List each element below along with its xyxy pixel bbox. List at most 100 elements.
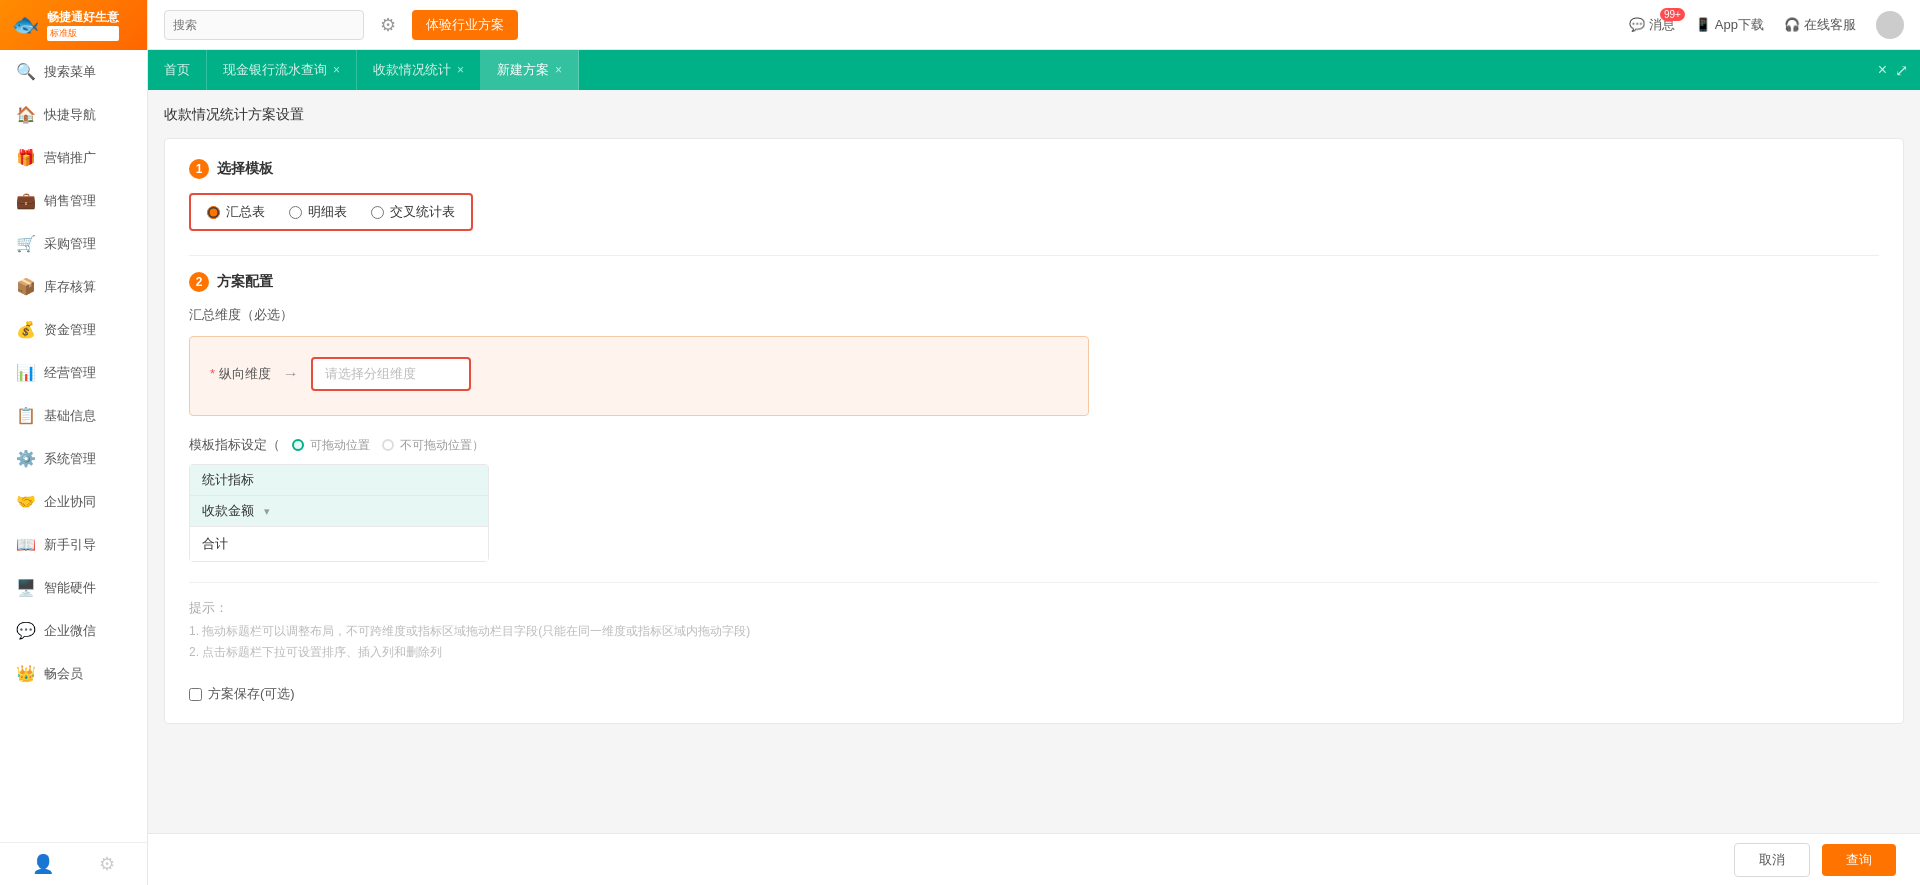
step2-section: 2 方案配置 汇总维度（必选） * 纵向维度 → 请选择分组维度 xyxy=(189,255,1879,661)
online-service-label: 在线客服 xyxy=(1804,16,1856,34)
dimension-select[interactable]: 请选择分组维度 xyxy=(311,357,471,391)
monitor-icon: 🖥️ xyxy=(16,578,36,597)
close-window-icon[interactable]: × xyxy=(1878,61,1887,79)
tab-home[interactable]: 首页 xyxy=(148,50,207,90)
settings-icon[interactable]: ⚙ xyxy=(380,14,396,36)
row-label: 合计 xyxy=(202,536,228,551)
money-icon: 💰 xyxy=(16,320,36,339)
sidebar-item-collab[interactable]: 🤝 企业协同 xyxy=(0,480,147,523)
non-draggable-label: 不可拖动位置） xyxy=(400,437,484,454)
sidebar-item-inventory[interactable]: 📦 库存核算 xyxy=(0,265,147,308)
footer: 取消 查询 xyxy=(148,833,1920,885)
app-download-item[interactable]: 📱 App下载 xyxy=(1695,16,1764,34)
sidebar-item-label: 企业协同 xyxy=(44,493,96,511)
draggable-legend: 可拖动位置 xyxy=(292,437,370,454)
maximize-icon[interactable]: ⤢ xyxy=(1895,61,1908,80)
settings-icon: ⚙ xyxy=(99,853,115,875)
radio-cross-label: 交叉统计表 xyxy=(390,203,455,221)
tab-new-plan[interactable]: 新建方案 × xyxy=(481,50,579,90)
sidebar-item-hardware[interactable]: 🖥️ 智能硬件 xyxy=(0,566,147,609)
radio-cross-input[interactable] xyxy=(371,206,384,219)
step1-header: 1 选择模板 xyxy=(189,159,1879,179)
tab-new-plan-close[interactable]: × xyxy=(555,63,562,77)
radio-detail-label: 明细表 xyxy=(308,203,347,221)
logo-icon: 🐟 xyxy=(12,12,39,38)
indicator-label: 模板指标设定（ xyxy=(189,436,280,454)
sidebar-item-label: 系统管理 xyxy=(44,450,96,468)
draggable-label: 可拖动位置 xyxy=(310,437,370,454)
indicator-section: 模板指标设定（ 可拖动位置 不可拖动位置） 统计指标 xyxy=(189,436,1879,562)
tab-actions: × ⤢ xyxy=(1878,61,1920,80)
cancel-button[interactable]: 取消 xyxy=(1734,843,1810,877)
handshake-icon: 🤝 xyxy=(16,492,36,511)
indicator-table: 统计指标 收款金额 ▾ 合计 xyxy=(189,464,489,562)
sidebar-item-label: 销售管理 xyxy=(44,192,96,210)
sidebar-bottom-right[interactable]: ⚙ xyxy=(99,853,115,875)
dimension-placeholder: 请选择分组维度 xyxy=(325,365,416,383)
radio-detail[interactable]: 明细表 xyxy=(289,203,347,221)
save-checkbox[interactable] xyxy=(189,688,202,701)
radio-summary[interactable]: 汇总表 xyxy=(207,203,265,221)
sidebar-item-member[interactable]: 👑 畅会员 xyxy=(0,652,147,695)
chat-icon: 💬 xyxy=(16,621,36,640)
step1-badge: 1 xyxy=(189,159,209,179)
notification-badge: 99+ xyxy=(1660,8,1685,21)
brand-badge: 标准版 xyxy=(47,26,119,41)
search-input[interactable] xyxy=(164,10,364,40)
chart-icon: 📊 xyxy=(16,363,36,382)
sidebar-item-nav[interactable]: 🏠 快捷导航 xyxy=(0,93,147,136)
industry-btn[interactable]: 体验行业方案 xyxy=(412,10,518,40)
radio-cross[interactable]: 交叉统计表 xyxy=(371,203,455,221)
tabbar: 首页 现金银行流水查询 × 收款情况统计 × 新建方案 × × ⤢ xyxy=(148,50,1920,90)
radio-detail-input[interactable] xyxy=(289,206,302,219)
sidebar-item-label: 新手引导 xyxy=(44,536,96,554)
radio-summary-input[interactable] xyxy=(207,206,220,219)
sidebar-item-label: 企业微信 xyxy=(44,622,96,640)
sidebar-item-label: 基础信息 xyxy=(44,407,96,425)
sidebar-item-purchase[interactable]: 🛒 采购管理 xyxy=(0,222,147,265)
save-label: 方案保存(可选) xyxy=(208,685,295,703)
phone-icon: 📱 xyxy=(1695,17,1711,32)
sidebar-item-search[interactable]: 🔍 搜索菜单 xyxy=(0,50,147,93)
gift-icon: 🎁 xyxy=(16,148,36,167)
step2-badge: 2 xyxy=(189,272,209,292)
table-header-label: 统计指标 xyxy=(202,471,254,489)
message-icon: 💬 xyxy=(1629,17,1645,32)
sidebar-item-marketing[interactable]: 🎁 营销推广 xyxy=(0,136,147,179)
tab-bank-query[interactable]: 现金银行流水查询 × xyxy=(207,50,357,90)
indicator-header: 模板指标设定（ 可拖动位置 不可拖动位置） xyxy=(189,436,1879,454)
sidebar-item-sales[interactable]: 💼 销售管理 xyxy=(0,179,147,222)
sidebar-item-basic-info[interactable]: 📋 基础信息 xyxy=(0,394,147,437)
tab-bank-query-close[interactable]: × xyxy=(333,63,340,77)
tab-collection-stats[interactable]: 收款情况统计 × xyxy=(357,50,481,90)
row-dimension-label: * 纵向维度 xyxy=(210,365,271,383)
user-avatar[interactable] xyxy=(1876,11,1904,39)
dropdown-icon[interactable]: ▾ xyxy=(264,505,270,518)
tab-collection-stats-close[interactable]: × xyxy=(457,63,464,77)
query-button[interactable]: 查询 xyxy=(1822,844,1896,876)
sidebar-bottom-left[interactable]: 👤 xyxy=(32,853,54,875)
book-icon: 📖 xyxy=(16,535,36,554)
sidebar-item-system[interactable]: ⚙️ 系统管理 xyxy=(0,437,147,480)
gear-icon: ⚙️ xyxy=(16,449,36,468)
dimension-area: * 纵向维度 → 请选择分组维度 xyxy=(189,336,1089,416)
sidebar-item-label: 快捷导航 xyxy=(44,106,96,124)
online-service-item[interactable]: 🎧 在线客服 xyxy=(1784,16,1856,34)
template-radio-group: 汇总表 明细表 交叉统计表 xyxy=(189,193,473,231)
sidebar-item-label: 经营管理 xyxy=(44,364,96,382)
tab-collection-stats-label: 收款情况统计 xyxy=(373,61,451,79)
sidebar: 🐟 畅捷通好生意 标准版 🔍 搜索菜单 🏠 快捷导航 🎁 营销推广 💼 销售管理… xyxy=(0,0,148,885)
sidebar-bottom: 👤 ⚙ xyxy=(0,842,147,885)
sidebar-item-operations[interactable]: 📊 经营管理 xyxy=(0,351,147,394)
main-area: ⚙ 体验行业方案 💬 消息 99+ 📱 App下载 🎧 在线客服 首页 现金银行… xyxy=(148,0,1920,885)
sidebar-item-label: 搜索菜单 xyxy=(44,63,96,81)
dimension-row: * 纵向维度 → 请选择分组维度 xyxy=(210,357,1068,391)
notification-item[interactable]: 💬 消息 99+ xyxy=(1629,16,1675,34)
sidebar-item-finance[interactable]: 💰 资金管理 xyxy=(0,308,147,351)
step2-title: 方案配置 xyxy=(217,273,273,291)
non-draggable-dot xyxy=(382,439,394,451)
search-icon: 🔍 xyxy=(16,62,36,81)
sidebar-item-guide[interactable]: 📖 新手引导 xyxy=(0,523,147,566)
sidebar-item-wechat[interactable]: 💬 企业微信 xyxy=(0,609,147,652)
briefcase-icon: 💼 xyxy=(16,191,36,210)
